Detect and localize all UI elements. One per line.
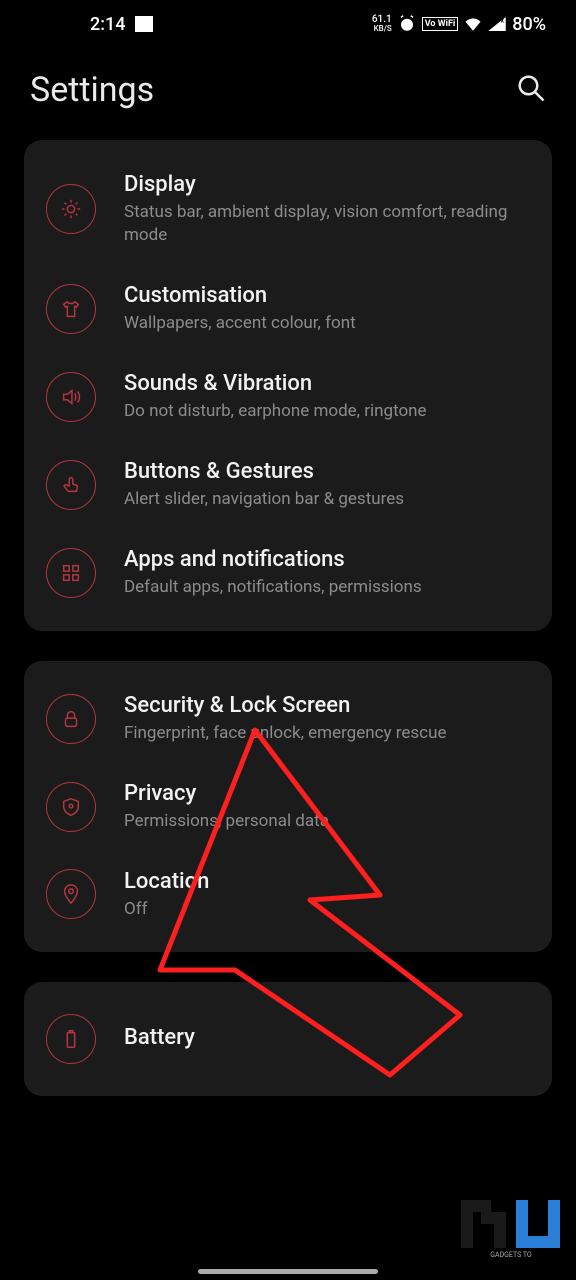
item-subtitle: Off bbox=[124, 898, 530, 921]
settings-item-customisation[interactable]: Customisation Wallpapers, accent colour,… bbox=[24, 265, 552, 353]
vowifi-badge: Vo WiFi bbox=[422, 17, 459, 31]
location-icon bbox=[46, 869, 96, 919]
settings-group: Battery bbox=[24, 982, 552, 1096]
alarm-icon bbox=[398, 15, 416, 33]
settings-item-location[interactable]: Location Off bbox=[24, 851, 552, 939]
settings-item-buttons[interactable]: Buttons & Gestures Alert slider, navigat… bbox=[24, 441, 552, 529]
item-title: Location bbox=[124, 869, 530, 894]
item-subtitle: Do not disturb, earphone mode, ringtone bbox=[124, 400, 530, 423]
item-title: Buttons & Gestures bbox=[124, 459, 530, 484]
settings-item-apps[interactable]: Apps and notifications Default apps, not… bbox=[24, 529, 552, 617]
apps-icon bbox=[46, 548, 96, 598]
settings-list: Display Status bar, ambient display, vis… bbox=[0, 140, 576, 1096]
header: Settings bbox=[0, 48, 576, 140]
signal-icon: x bbox=[488, 17, 506, 31]
battery-icon bbox=[46, 1014, 96, 1064]
brightness-icon bbox=[46, 184, 96, 234]
page-title: Settings bbox=[30, 70, 154, 110]
svg-text:x: x bbox=[501, 17, 505, 24]
watermark-logo: GADGETS TO bbox=[456, 1190, 566, 1260]
home-indicator[interactable] bbox=[198, 1269, 378, 1274]
settings-item-security[interactable]: Security & Lock Screen Fingerprint, face… bbox=[24, 675, 552, 763]
shield-icon bbox=[46, 782, 96, 832]
item-subtitle: Default apps, notifications, permissions bbox=[124, 576, 530, 599]
battery-percent: 80% bbox=[512, 14, 546, 35]
item-subtitle: Wallpapers, accent colour, font bbox=[124, 312, 530, 335]
item-subtitle: Status bar, ambient display, vision comf… bbox=[124, 201, 530, 247]
item-subtitle: Permissions, personal data bbox=[124, 810, 530, 833]
search-icon bbox=[516, 73, 546, 103]
item-subtitle: Alert slider, navigation bar & gestures bbox=[124, 488, 530, 511]
settings-item-display[interactable]: Display Status bar, ambient display, vis… bbox=[24, 154, 552, 265]
item-title: Battery bbox=[124, 1025, 530, 1050]
speaker-icon bbox=[46, 372, 96, 422]
item-title: Sounds & Vibration bbox=[124, 371, 530, 396]
shirt-icon bbox=[46, 284, 96, 334]
settings-item-battery[interactable]: Battery bbox=[24, 996, 552, 1082]
item-title: Customisation bbox=[124, 283, 530, 308]
item-title: Apps and notifications bbox=[124, 547, 530, 572]
status-bar: 2:14 61.1 KB/S Vo WiFi x 80% bbox=[0, 0, 576, 48]
item-title: Privacy bbox=[124, 781, 530, 806]
picture-icon bbox=[135, 16, 153, 32]
search-button[interactable] bbox=[516, 73, 546, 107]
wifi-icon bbox=[464, 17, 482, 31]
item-title: Security & Lock Screen bbox=[124, 693, 530, 718]
item-title: Display bbox=[124, 172, 530, 197]
clock: 2:14 bbox=[90, 14, 125, 35]
item-subtitle: Fingerprint, face unlock, emergency resc… bbox=[124, 722, 530, 745]
settings-group: Security & Lock Screen Fingerprint, face… bbox=[24, 661, 552, 953]
network-speed: 61.1 KB/S bbox=[372, 15, 392, 33]
svg-text:GADGETS TO: GADGETS TO bbox=[490, 1251, 532, 1259]
settings-item-sounds[interactable]: Sounds & Vibration Do not disturb, earph… bbox=[24, 353, 552, 441]
gesture-icon bbox=[46, 460, 96, 510]
lock-icon bbox=[46, 694, 96, 744]
settings-item-privacy[interactable]: Privacy Permissions, personal data bbox=[24, 763, 552, 851]
settings-group: Display Status bar, ambient display, vis… bbox=[24, 140, 552, 631]
